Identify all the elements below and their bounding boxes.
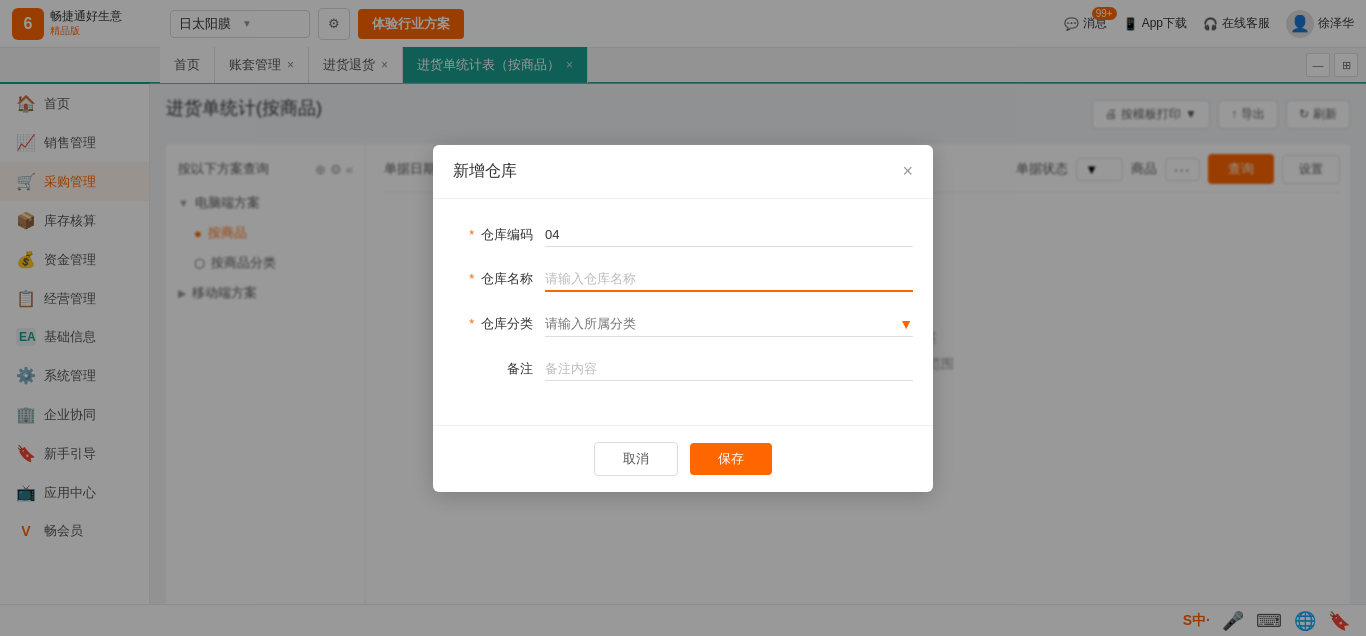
category-select-input[interactable] [545,316,899,331]
form-row-remark: 备注 [453,357,913,381]
warehouse-remark-input[interactable] [545,357,913,381]
save-button[interactable]: 保存 [690,443,772,475]
category-select-wrapper[interactable]: ▼ [545,312,913,337]
modal-close-button[interactable]: × [902,162,913,180]
modal-header: 新增仓库 × [433,145,933,199]
required-mark3: * [469,316,474,331]
modal-footer: 取消 保存 [433,425,933,492]
remark-label: 备注 [453,360,533,378]
form-row-name: * 仓库名称 [453,267,913,292]
form-row-code: * 仓库编码 [453,223,913,247]
warehouse-name-input[interactable] [545,267,913,292]
warehouse-code-input[interactable] [545,223,913,247]
modal-title: 新增仓库 [453,161,517,182]
cancel-button[interactable]: 取消 [594,442,678,476]
modal-body: * 仓库编码 * 仓库名称 * 仓库分类 [433,199,933,425]
category-label: * 仓库分类 [453,315,533,333]
required-mark: * [469,227,474,242]
new-warehouse-modal: 新增仓库 × * 仓库编码 * 仓库名称 [433,145,933,492]
modal-overlay: 新增仓库 × * 仓库编码 * 仓库名称 [0,0,1366,636]
name-label: * 仓库名称 [453,270,533,288]
code-label: * 仓库编码 [453,226,533,244]
category-dropdown-icon: ▼ [899,316,913,332]
form-row-category: * 仓库分类 ▼ [453,312,913,337]
required-mark2: * [469,271,474,286]
